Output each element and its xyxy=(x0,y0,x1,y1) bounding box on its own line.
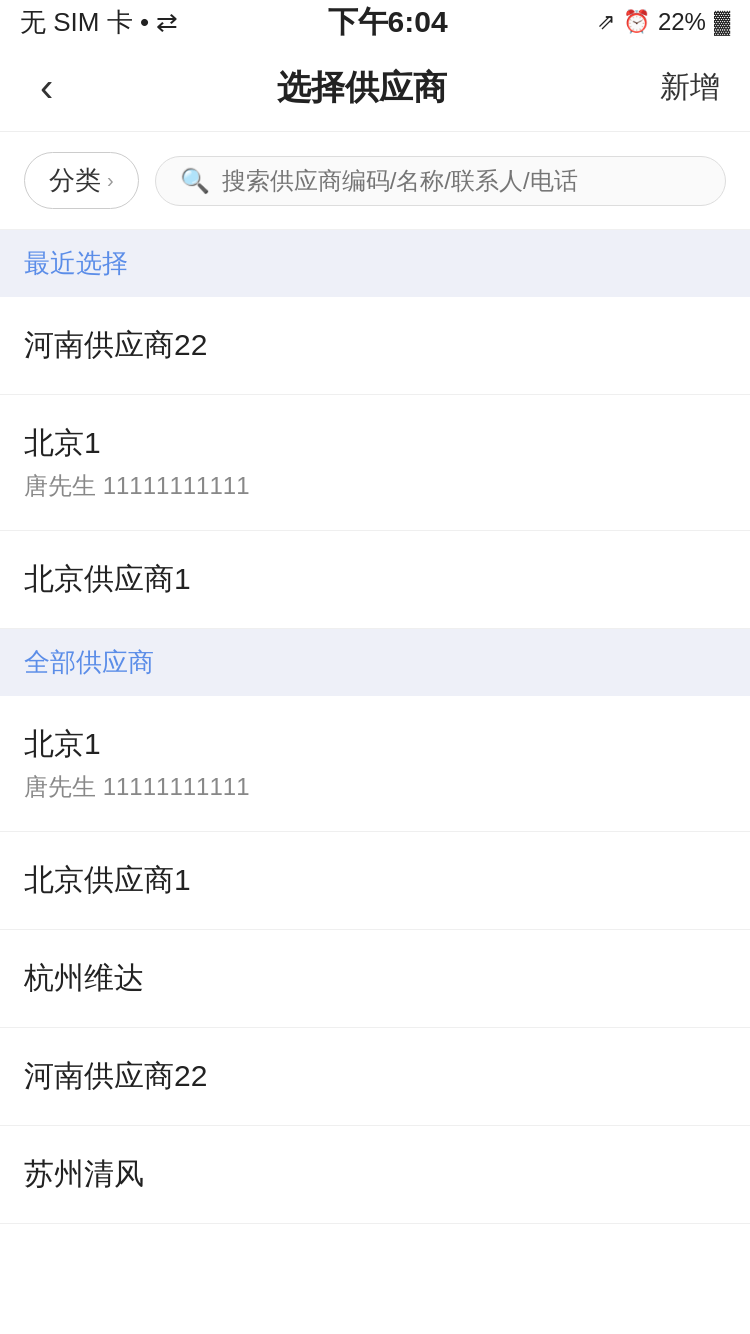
recent-item-2[interactable]: 北京1 唐先生 11111111111 xyxy=(0,395,750,531)
status-bar: 无 SIM 卡 • ⇄ 下午6:04 ⇗ ⏰ 22% ▓ xyxy=(0,0,750,44)
recent-item-3[interactable]: 北京供应商1 xyxy=(0,531,750,629)
supplier-item-2[interactable]: 北京供应商1 xyxy=(0,832,750,930)
item-name: 北京供应商1 xyxy=(24,860,726,901)
recent-item-1[interactable]: 河南供应商22 xyxy=(0,297,750,395)
category-button[interactable]: 分类 › xyxy=(24,152,139,209)
category-label: 分类 xyxy=(49,163,101,198)
chevron-right-icon: › xyxy=(107,169,114,192)
status-time: 下午6:04 xyxy=(328,2,448,43)
item-name: 苏州清风 xyxy=(24,1154,726,1195)
supplier-item-1[interactable]: 北京1 唐先生 11111111111 xyxy=(0,696,750,832)
search-icon: 🔍 xyxy=(180,167,210,195)
item-name: 河南供应商22 xyxy=(24,325,726,366)
status-battery: ⇗ ⏰ 22% ▓ xyxy=(597,8,730,36)
item-name: 河南供应商22 xyxy=(24,1056,726,1097)
item-name: 北京1 xyxy=(24,423,726,464)
recent-list: 河南供应商22 北京1 唐先生 11111111111 北京供应商1 xyxy=(0,297,750,629)
supplier-item-3[interactable]: 杭州维达 xyxy=(0,930,750,1028)
back-button[interactable]: ‹ xyxy=(30,55,63,120)
alarm-icon: ⏰ xyxy=(623,9,650,35)
battery-icon: ▓ xyxy=(714,9,730,35)
status-network: 无 SIM 卡 • ⇄ xyxy=(20,5,178,40)
search-box: 🔍 xyxy=(155,156,726,206)
search-input[interactable] xyxy=(222,167,701,195)
all-suppliers-list: 北京1 唐先生 11111111111 北京供应商1 杭州维达 河南供应商22 … xyxy=(0,696,750,1224)
page-title: 选择供应商 xyxy=(277,65,447,111)
item-name: 北京供应商1 xyxy=(24,559,726,600)
supplier-item-5[interactable]: 苏州清风 xyxy=(0,1126,750,1224)
item-contact: 唐先生 11111111111 xyxy=(24,771,726,803)
item-name: 北京1 xyxy=(24,724,726,765)
item-name: 杭州维达 xyxy=(24,958,726,999)
filter-bar: 分类 › 🔍 xyxy=(0,132,750,230)
recent-section-header: 最近选择 xyxy=(0,230,750,297)
item-contact: 唐先生 11111111111 xyxy=(24,470,726,502)
nav-bar: ‹ 选择供应商 新增 xyxy=(0,44,750,132)
add-button[interactable]: 新增 xyxy=(660,67,720,108)
all-section-header: 全部供应商 xyxy=(0,629,750,696)
location-icon: ⇗ xyxy=(597,9,615,35)
supplier-item-4[interactable]: 河南供应商22 xyxy=(0,1028,750,1126)
